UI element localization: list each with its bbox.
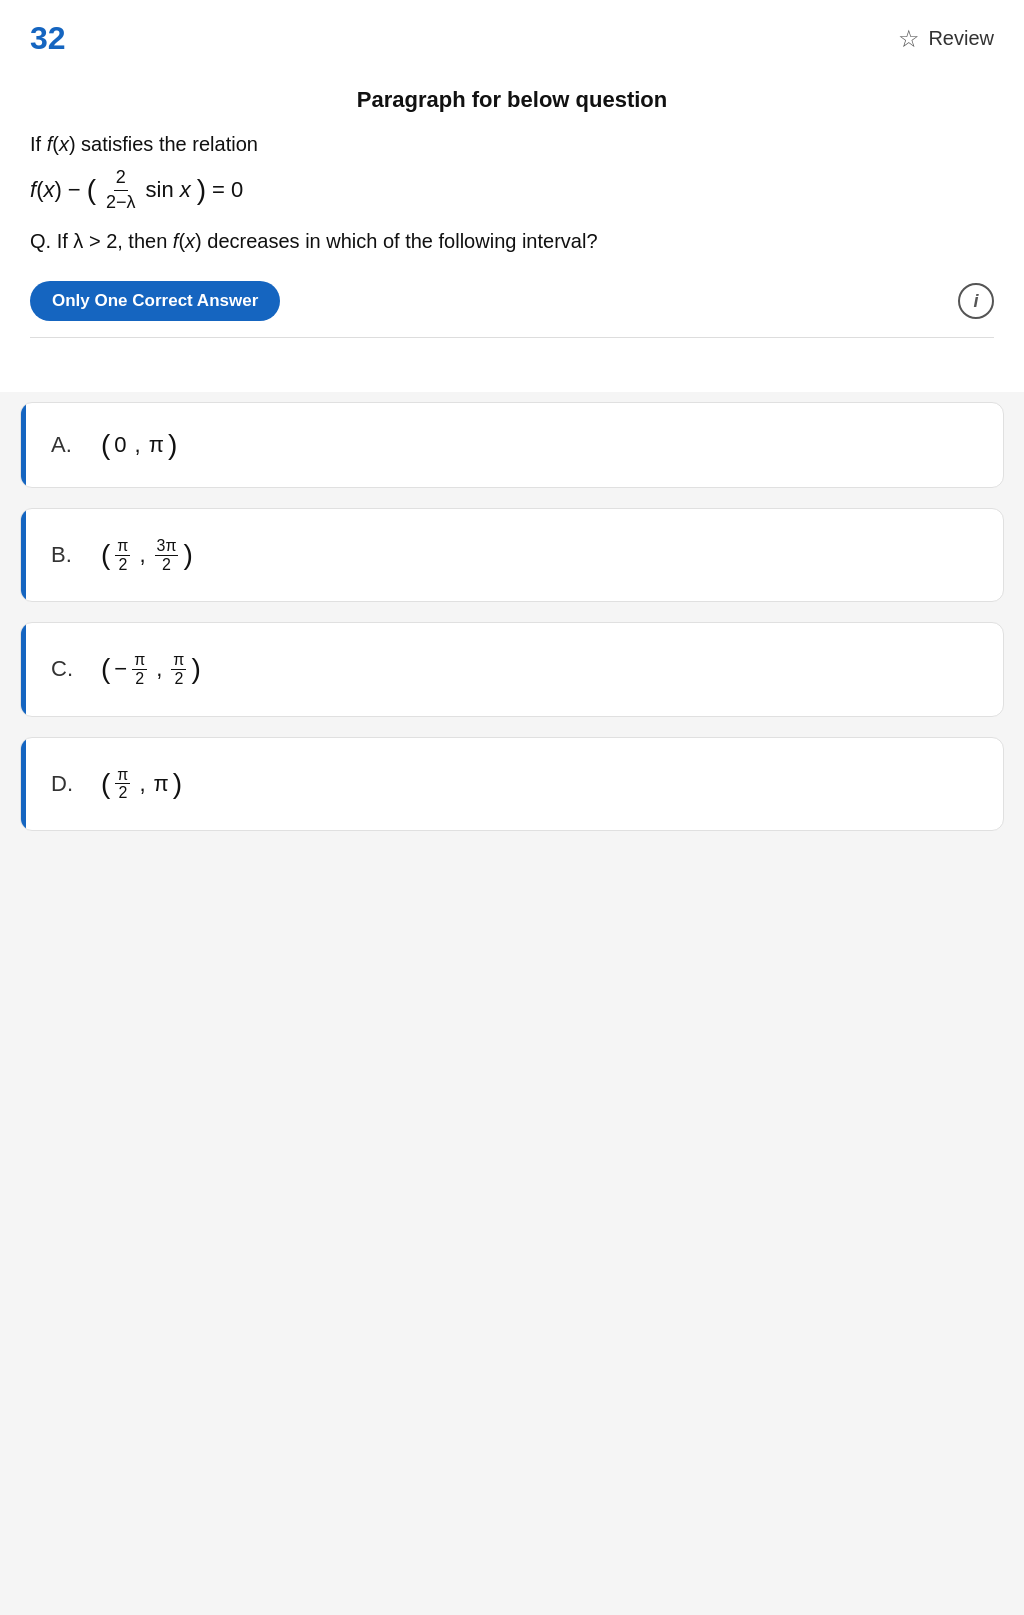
option-c-paren-open: ( [101,655,110,683]
option-a-math: ( 0 , π ) [101,431,177,459]
info-letter: i [973,291,978,312]
option-b-frac1-den: 2 [116,556,129,574]
option-b-label: B. [51,542,81,568]
option-c-math: ( − π 2 , π 2 ) [101,651,201,687]
option-c-paren-close: ) [191,655,200,683]
equation-paren-close: ) [197,176,206,204]
option-c-frac1-den: 2 [133,670,146,688]
option-b-paren-open: ( [101,541,110,569]
option-d-frac1: π 2 [115,766,130,802]
answer-type-section: Only One Correct Answer i [30,281,994,321]
review-label: Review [928,27,994,50]
option-d-label: D. [51,771,81,797]
option-c-frac2: π 2 [171,651,186,687]
option-a-pi: π [149,432,164,458]
star-icon: ☆ [898,25,920,53]
option-b-paren-close: ) [183,541,192,569]
info-icon[interactable]: i [958,283,994,319]
equation-paren-open: ( [87,176,96,204]
option-c[interactable]: C. ( − π 2 , π 2 ) [20,622,1004,716]
option-c-neg: − [114,656,127,682]
option-c-comma: , [156,656,162,682]
option-d-paren-open: ( [101,770,110,798]
option-d-paren-close: ) [173,770,182,798]
option-a[interactable]: A. ( 0 , π ) [20,402,1004,488]
option-c-frac2-den: 2 [172,670,185,688]
question-text: Q. If λ > 2, then f(x) decreases in whic… [30,225,994,257]
equation-minus: − [68,177,81,203]
divider [30,337,994,338]
option-b-comma: , [139,542,145,568]
option-b-frac2-num: 3π [155,537,179,556]
option-b[interactable]: B. ( π 2 , 3π 2 ) [20,508,1004,602]
option-a-value: 0 [114,432,126,458]
option-d[interactable]: D. ( π 2 , π ) [20,737,1004,831]
equation-fx: f(x) [30,177,62,203]
option-a-comma: , [135,432,141,458]
option-a-paren-close: ) [168,431,177,459]
question-number: 32 [30,20,66,57]
review-button[interactable]: ☆ Review [898,25,994,53]
option-d-frac1-num: π [115,766,130,785]
page-container: 32 ☆ Review Paragraph for below question… [0,0,1024,1615]
header: 32 ☆ Review [0,0,1024,67]
option-d-comma: , [139,771,145,797]
option-d-math: ( π 2 , π ) [101,766,182,802]
options-area: A. ( 0 , π ) B. ( π 2 , 3π 2 [0,392,1024,881]
option-d-frac1-den: 2 [116,784,129,802]
paragraph-intro: If f(x) satisfies the relation [30,129,994,159]
option-c-label: C. [51,656,81,682]
paragraph-title: Paragraph for below question [30,87,994,113]
equation-equals: = 0 [212,177,243,203]
option-b-math: ( π 2 , 3π 2 ) [101,537,193,573]
content-area: Paragraph for below question If f(x) sat… [0,67,1024,392]
option-a-paren-open: ( [101,431,110,459]
option-b-frac1-num: π [115,537,130,556]
option-b-frac2-den: 2 [160,556,173,574]
answer-type-badge: Only One Correct Answer [30,281,280,321]
equation-line: f(x) − ( 2 2−λ sin x ) = 0 [30,167,994,213]
option-c-frac2-num: π [171,651,186,670]
option-c-frac1-num: π [132,651,147,670]
option-a-label: A. [51,432,81,458]
fraction-numerator: 2 [114,167,128,191]
equation-sin: sin x [146,177,191,203]
option-b-frac1: π 2 [115,537,130,573]
option-b-frac2: 3π 2 [155,537,179,573]
option-d-pi: π [154,771,169,797]
equation-fraction: 2 2−λ [104,167,138,213]
fraction-denominator: 2−λ [104,191,138,214]
option-c-frac1: π 2 [132,651,147,687]
